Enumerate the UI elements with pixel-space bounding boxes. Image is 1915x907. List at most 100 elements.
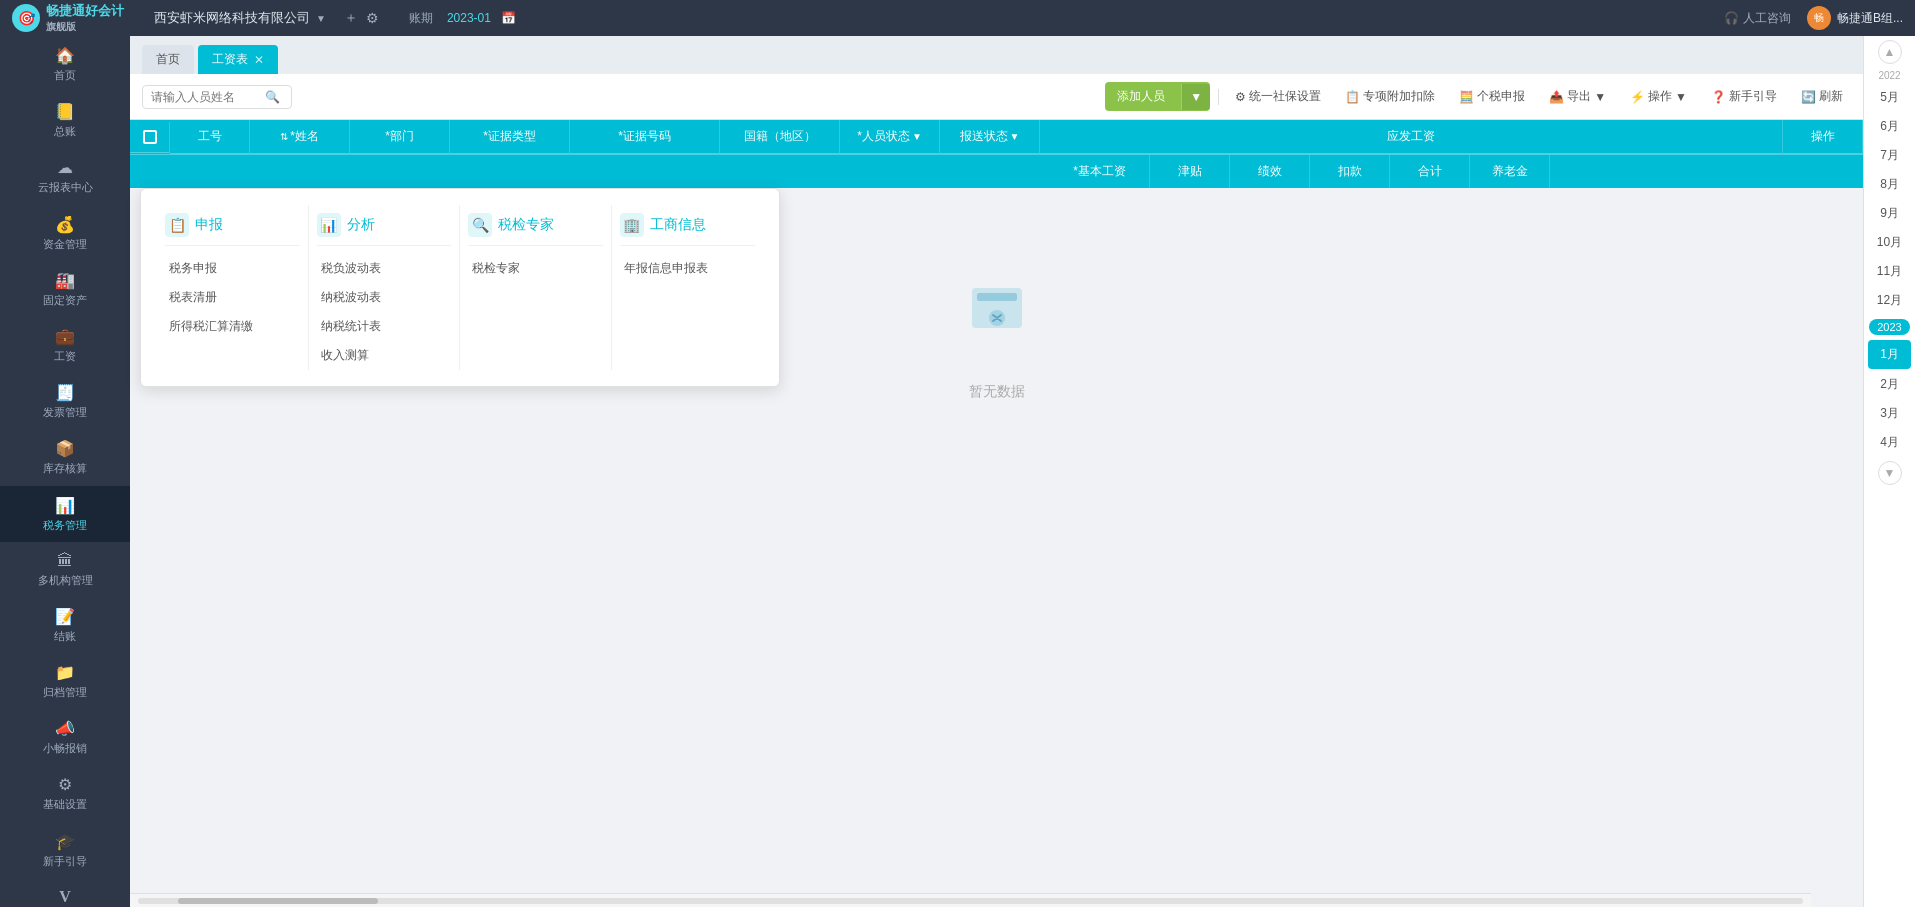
sidebar-item-expense[interactable]: 📣 小畅报销 <box>0 709 130 765</box>
rs-month-jan-2023[interactable]: 1月 <box>1868 340 1911 369</box>
th-performance: 绩效 <box>1230 155 1310 188</box>
th-salary-group-label: 应发工资 <box>1387 128 1435 145</box>
sidebar-item-member[interactable]: V 畅会员 <box>0 878 130 907</box>
search-icon[interactable]: 🔍 <box>265 90 280 104</box>
settings-icon[interactable]: ⚙ <box>366 10 379 26</box>
company-selector[interactable]: 西安虾米网络科技有限公司 ▼ <box>154 9 326 27</box>
taxcheck-title: 税检专家 <box>498 216 554 234</box>
rs-month-nov-2022[interactable]: 11月 <box>1864 257 1915 286</box>
user-info[interactable]: 畅 畅捷通B组... <box>1807 6 1903 30</box>
rs-prev-btn[interactable]: ▲ <box>1878 40 1902 64</box>
filter-report-icon[interactable]: ▼ <box>1010 131 1020 142</box>
dropdown-item-tax-declaration[interactable]: 税务申报 <box>165 254 300 283</box>
rs-month-mar-2023[interactable]: 3月 <box>1864 399 1915 428</box>
th-perf-label: 绩效 <box>1258 163 1282 180</box>
individual-tax-btn[interactable]: 🧮 个税申报 <box>1451 84 1533 109</box>
special-deduction-icon: 📋 <box>1345 90 1360 104</box>
rs-month-aug-2022[interactable]: 8月 <box>1864 170 1915 199</box>
rs-month-oct-2022[interactable]: 10月 <box>1864 228 1915 257</box>
search-box[interactable]: 🔍 <box>142 85 292 109</box>
sidebar-item-settings[interactable]: ⚙ 基础设置 <box>0 765 130 821</box>
social-insurance-btn[interactable]: ⚙ 统一社保设置 <box>1227 84 1329 109</box>
sidebar-item-invoice[interactable]: 🧾 发票管理 <box>0 373 130 429</box>
dropdown-item-income-tax-settlement[interactable]: 所得税汇算清缴 <box>165 312 300 341</box>
sidebar-label-inventory: 库存核算 <box>43 462 87 475</box>
sidebar-item-home[interactable]: 🏠 首页 <box>0 36 130 92</box>
rs-current-year-label: 2023 <box>1869 319 1909 335</box>
sidebar-item-guide[interactable]: 🎓 新手引导 <box>0 822 130 878</box>
tab-home[interactable]: 首页 <box>142 45 194 74</box>
th-op-label: 操作 <box>1811 128 1835 145</box>
rs-month-may-2022[interactable]: 5月 <box>1864 83 1915 112</box>
dropdown-item-income-calc[interactable]: 收入测算 <box>317 341 452 370</box>
social-insurance-label: 统一社保设置 <box>1249 88 1321 105</box>
sidebar-item-multi-org[interactable]: 🏛 多机构管理 <box>0 542 130 597</box>
sidebar-label-close: 结账 <box>54 630 76 643</box>
guide-btn[interactable]: ❓ 新手引导 <box>1703 84 1785 109</box>
rs-month-apr-2023[interactable]: 4月 <box>1864 428 1915 457</box>
th-report-status: 报送状态 ▼ <box>940 120 1040 154</box>
logo-icon: 🎯 <box>12 4 40 32</box>
scroll-thumb[interactable] <box>178 898 378 904</box>
sidebar-item-assets[interactable]: 🏭 固定资产 <box>0 261 130 317</box>
sidebar-item-payroll[interactable]: 💼 工资 <box>0 317 130 373</box>
sidebar-label-multi-org: 多机构管理 <box>38 574 93 587</box>
rs-month-jul-2022[interactable]: 7月 <box>1864 141 1915 170</box>
service-btn[interactable]: 🎧 人工咨询 <box>1724 10 1791 27</box>
filter-status-icon[interactable]: ▼ <box>912 131 922 142</box>
tab-home-label: 首页 <box>156 51 180 68</box>
table-header-row2: *基本工资 津贴 绩效 扣款 合计 养老金 <box>130 154 1863 188</box>
rs-month-dec-2022[interactable]: 12月 <box>1864 286 1915 315</box>
sidebar-label-settings: 基础设置 <box>43 798 87 811</box>
dropdown-col-declaration: 📋 申报 税务申报 税表清册 所得税汇算清缴 <box>157 205 309 370</box>
add-person-dropdown-icon[interactable]: ▼ <box>1181 84 1210 110</box>
rs-next-btn[interactable]: ▼ <box>1878 461 1902 485</box>
th-checkbox[interactable] <box>130 122 170 153</box>
sort-name-icon[interactable]: ⇅ <box>280 131 288 142</box>
operation-btn[interactable]: ⚡ 操作 ▼ <box>1622 84 1695 109</box>
scroll-bar[interactable] <box>130 893 1811 907</box>
ledger-icon: 📒 <box>55 102 75 121</box>
th-basic-label: *基本工资 <box>1073 163 1126 180</box>
declaration-title: 申报 <box>195 216 223 234</box>
th-op: 操作 <box>1783 120 1863 154</box>
dropdown-item-tax-fluctuation[interactable]: 纳税波动表 <box>317 283 452 312</box>
add-person-button[interactable]: 添加人员 ▼ <box>1105 82 1210 111</box>
tab-payroll-label: 工资表 <box>212 51 248 68</box>
tab-close-icon[interactable]: ✕ <box>254 53 264 67</box>
top-bar: 🎯 畅捷通好会计 旗舰版 西安虾米网络科技有限公司 ▼ ＋ ⚙ 账期 2023-… <box>0 0 1915 36</box>
select-all-checkbox[interactable] <box>143 130 157 144</box>
sidebar-item-tax[interactable]: 📊 税务管理 <box>0 486 130 542</box>
export-label: 导出 <box>1567 88 1591 105</box>
rs-month-sep-2022[interactable]: 9月 <box>1864 199 1915 228</box>
dropdown-item-tax-burden[interactable]: 税负波动表 <box>317 254 452 283</box>
dropdown-item-tax-stats[interactable]: 纳税统计表 <box>317 312 452 341</box>
sidebar-item-ledger[interactable]: 📒 总账 <box>0 92 130 148</box>
export-btn[interactable]: 📤 导出 ▼ <box>1541 84 1614 109</box>
dropdown-item-tax-table[interactable]: 税表清册 <box>165 283 300 312</box>
special-deduction-btn[interactable]: 📋 专项附加扣除 <box>1337 84 1443 109</box>
rs-month-jun-2022[interactable]: 6月 <box>1864 112 1915 141</box>
sidebar-item-close[interactable]: 📝 结账 <box>0 597 130 653</box>
th-cert-no: *证据号码 <box>570 120 720 154</box>
dropdown-item-annual-report[interactable]: 年报信息申报表 <box>620 254 756 283</box>
scroll-track[interactable] <box>138 898 1803 904</box>
tab-payroll[interactable]: 工资表 ✕ <box>198 45 278 74</box>
calendar-icon[interactable]: 📅 <box>501 11 516 25</box>
th-id-label: 工号 <box>198 128 222 145</box>
th-pension-label: 养老金 <box>1492 163 1528 180</box>
sidebar-item-archive[interactable]: 📁 归档管理 <box>0 653 130 709</box>
user-name: 畅捷通B组... <box>1837 10 1903 27</box>
company-name: 西安虾米网络科技有限公司 <box>154 9 310 27</box>
add-company-icon[interactable]: ＋ <box>344 9 358 27</box>
rs-month-feb-2023[interactable]: 2月 <box>1864 370 1915 399</box>
sidebar-item-cloud[interactable]: ☁ 云报表中心 <box>0 148 130 204</box>
search-input[interactable] <box>151 90 261 104</box>
dropdown-item-taxcheck-expert[interactable]: 税检专家 <box>468 254 603 283</box>
sidebar-item-funds[interactable]: 💰 资金管理 <box>0 205 130 261</box>
dropdown-col-header-taxcheck: 🔍 税检专家 <box>468 205 603 246</box>
refresh-btn[interactable]: 🔄 刷新 <box>1793 84 1851 109</box>
sidebar-item-inventory[interactable]: 📦 库存核算 <box>0 429 130 485</box>
sidebar-label-assets: 固定资产 <box>43 294 87 307</box>
empty-illustration <box>957 268 1037 367</box>
